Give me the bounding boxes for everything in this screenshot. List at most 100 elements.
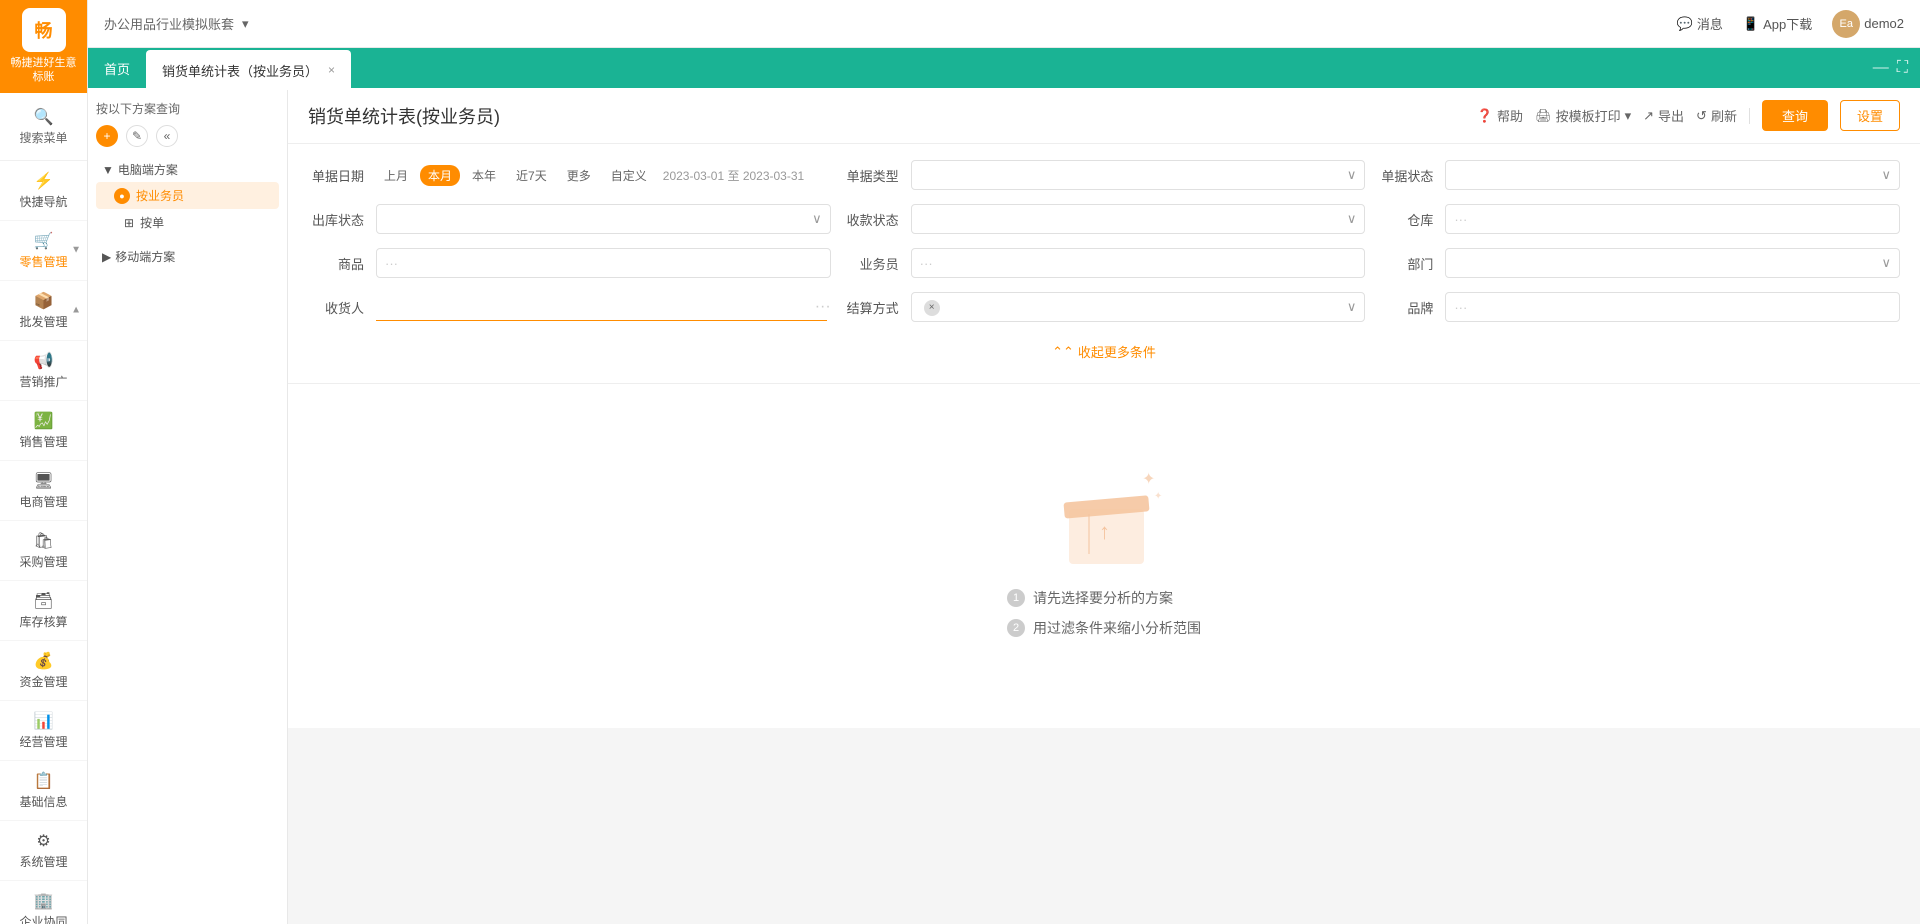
sidebar-item-enterprise[interactable]: 🏢 企业协同 <box>0 881 87 924</box>
left-panel-actions: + ✎ « <box>96 125 279 147</box>
add-plan-btn[interactable]: + <box>96 125 118 147</box>
doc-type-label: 单据类型 <box>843 166 899 185</box>
left-panel-title: 按以下方案查询 <box>96 100 279 117</box>
mobile-arrow: ▶ <box>102 250 111 264</box>
purchase-icon: 🛍 <box>33 531 53 551</box>
date-tab-thisyear[interactable]: 本年 <box>464 165 504 186</box>
salesman-field: ··· <box>911 248 1366 278</box>
tab-minimize-icon[interactable]: — <box>1873 59 1889 77</box>
brand-value: ··· <box>1454 300 1467 315</box>
sidebar-logo: 畅 畅捷进好生意 标账 <box>0 0 87 93</box>
sidebar-item-purchase[interactable]: 🛍 采购管理 <box>0 521 87 581</box>
doc-status-select[interactable]: ∨ <box>1445 160 1900 190</box>
tab-home[interactable]: 首页 <box>88 48 146 88</box>
pay-status-arrow: ∨ <box>1347 211 1357 227</box>
consignee-dots[interactable]: ··· <box>815 298 831 316</box>
collapse-bar[interactable]: ⌃⌃ 收起更多条件 <box>308 336 1900 367</box>
payment-clear-btn[interactable]: × <box>924 300 940 316</box>
plan-item-salesman[interactable]: ● 按业务员 <box>96 182 279 209</box>
warehouse-select[interactable]: ··· <box>1445 204 1900 234</box>
dept-field: ∨ <box>1445 248 1900 278</box>
date-tab-lastmonth[interactable]: 上月 <box>376 165 416 186</box>
brand-field: ··· <box>1445 292 1900 322</box>
app-download-btn[interactable]: 📱 App下载 <box>1743 14 1812 33</box>
brand-label: 品牌 <box>1377 298 1433 317</box>
content-area: 按以下方案查询 + ✎ « ▼ 电脑端方案 ● <box>88 88 1920 924</box>
wholesale-arrow: ▲ <box>71 305 81 316</box>
sidebar-item-search[interactable]: 🔍 搜索菜单 <box>6 101 81 152</box>
sales-icon: 💹 <box>34 411 54 431</box>
date-tabs: 上月 本月 本年 近7天 更多 自定义 2023-03-01 至 2023-03… <box>376 165 804 186</box>
avatar: Ea <box>1832 10 1860 38</box>
message-icon: 💬 <box>1677 16 1693 32</box>
basics-icon: 📋 <box>34 771 54 791</box>
sidebar-item-retail[interactable]: 🛒 零售管理 ▼ <box>0 221 87 281</box>
query-button[interactable]: 查询 <box>1762 100 1828 131</box>
goods-value: ··· <box>385 256 398 271</box>
sidebar-item-quicknav[interactable]: ⚡ 快捷导航 <box>0 161 87 221</box>
brand-select[interactable]: ··· <box>1445 292 1900 322</box>
user-profile[interactable]: Ea demo2 <box>1832 10 1904 38</box>
date-tab-7days[interactable]: 近7天 <box>508 165 555 186</box>
tab-active[interactable]: 销货单统计表（按业务员） × <box>146 50 351 90</box>
out-status-select[interactable]: ∨ <box>376 204 831 234</box>
tab-maximize-icon[interactable]: ⛶ <box>1897 59 1908 77</box>
date-tab-thismonth[interactable]: 本月 <box>420 165 460 186</box>
sidebar-item-wholesale[interactable]: 📦 批发管理 ▲ <box>0 281 87 341</box>
breadcrumb-text: 办公用品行业模拟账套 <box>104 14 234 33</box>
print-btn[interactable]: 🖨 按模板打印 ▾ <box>1535 106 1631 125</box>
svg-text:✦: ✦ <box>1154 491 1162 502</box>
operations-icon: 📊 <box>34 711 54 731</box>
help-btn[interactable]: ❓ 帮助 <box>1477 106 1523 125</box>
sidebar-item-basics[interactable]: 📋 基础信息 <box>0 761 87 821</box>
plan-sub-item-order[interactable]: ⊞ 按单 <box>96 209 279 236</box>
dept-label: 部门 <box>1377 254 1433 273</box>
warehouse-value: ··· <box>1454 212 1467 227</box>
goods-select[interactable]: ··· <box>376 248 831 278</box>
message-btn[interactable]: 💬 消息 <box>1677 14 1723 33</box>
payment-select[interactable]: × ∨ <box>911 292 1366 322</box>
refresh-icon: ↺ <box>1696 108 1707 124</box>
refresh-btn[interactable]: ↺ 刷新 <box>1696 106 1737 125</box>
collapse-panel-btn[interactable]: « <box>156 125 178 147</box>
inventory-icon: 🗃 <box>33 591 53 611</box>
sidebar-item-ecommerce[interactable]: 🖥 电商管理 <box>0 461 87 521</box>
step-num-1: 1 <box>1007 589 1025 607</box>
consignee-input[interactable] <box>376 293 827 321</box>
download-icon: 📱 <box>1743 16 1759 32</box>
date-tab-more[interactable]: 更多 <box>559 165 599 186</box>
sidebar-item-finance[interactable]: 💰 资金管理 <box>0 641 87 701</box>
export-btn[interactable]: ↗ 导出 <box>1643 106 1684 125</box>
sidebar-item-sales[interactable]: 💹 销售管理 <box>0 401 87 461</box>
header-breadcrumb: 办公用品行业模拟账套 ▾ <box>104 14 249 33</box>
mobile-plan-header[interactable]: ▶ 移动端方案 <box>96 244 279 269</box>
date-tab-custom[interactable]: 自定义 <box>603 165 655 186</box>
sidebar-item-inventory[interactable]: 🗃 库存核算 <box>0 581 87 641</box>
retail-arrow: ▼ <box>71 245 81 256</box>
doc-status-label: 单据状态 <box>1377 166 1433 185</box>
edit-plan-btn[interactable]: ✎ <box>126 125 148 147</box>
payment-tag: × <box>920 298 940 316</box>
svg-text:↑: ↑ <box>1099 519 1110 544</box>
right-panel: 销货单统计表(按业务员) ❓ 帮助 🖨 按模板打印 ▾ ↗ 导出 <box>288 88 1920 924</box>
salesman-select[interactable]: ··· <box>911 248 1366 278</box>
dept-select[interactable]: ∨ <box>1445 248 1900 278</box>
sidebar-item-operations[interactable]: 📊 经营管理 <box>0 701 87 761</box>
pay-status-select[interactable]: ∨ <box>911 204 1366 234</box>
settings-button[interactable]: 设置 <box>1840 100 1900 131</box>
print-icon: 🖨 <box>1535 108 1552 124</box>
breadcrumb-dropdown-icon[interactable]: ▾ <box>242 16 249 32</box>
goods-label: 商品 <box>308 254 364 273</box>
payment-label: 结算方式 <box>843 298 899 317</box>
tab-close-btn[interactable]: × <box>328 63 335 77</box>
sidebar-search-section: 🔍 搜索菜单 <box>0 93 87 161</box>
pc-plan-header[interactable]: ▼ 电脑端方案 <box>96 157 279 182</box>
pc-arrow: ▼ <box>102 163 114 177</box>
empty-step-1: 1 请先选择要分析的方案 <box>1007 588 1201 608</box>
sidebar-item-system[interactable]: ⚙ 系统管理 <box>0 821 87 881</box>
empty-step-2: 2 用过滤条件来缩小分析范围 <box>1007 618 1201 638</box>
sidebar-item-marketing[interactable]: 📢 营销推广 <box>0 341 87 401</box>
help-icon: ❓ <box>1477 108 1493 124</box>
active-tab-label: 销货单统计表（按业务员） <box>162 61 318 80</box>
doc-type-select[interactable]: ∨ <box>911 160 1366 190</box>
